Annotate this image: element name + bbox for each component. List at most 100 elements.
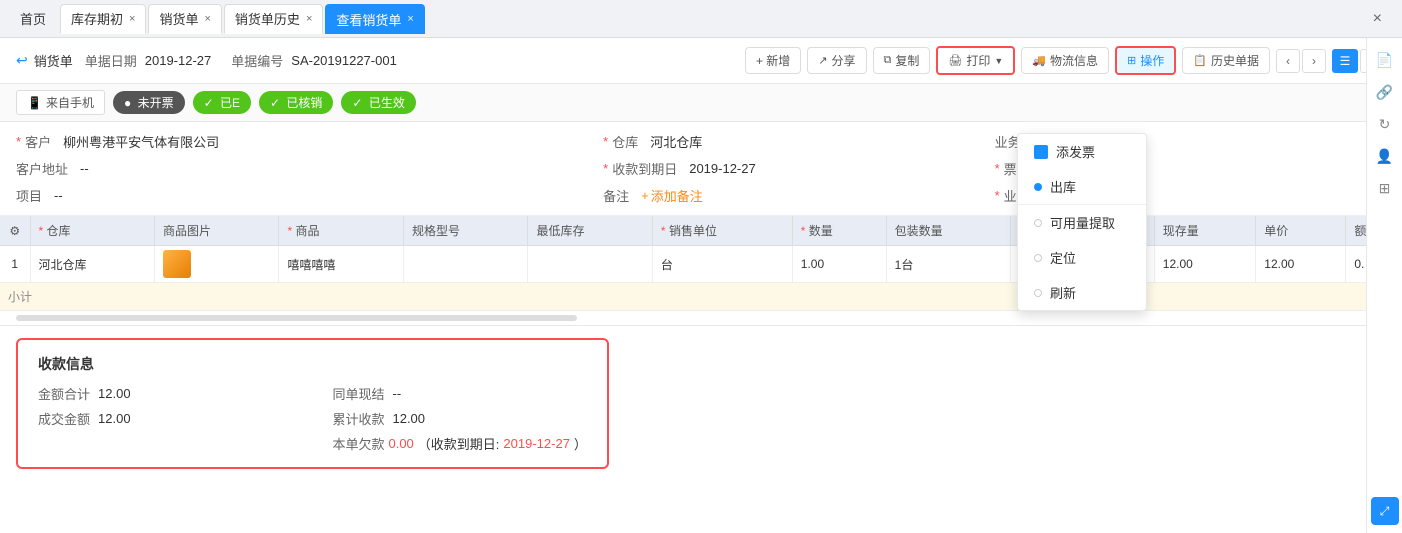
dropdown-item-refresh[interactable]: 刷新 (1018, 275, 1146, 310)
col-unit: * 销售单位 (652, 216, 792, 246)
outbound-dot-icon (1034, 183, 1042, 191)
payment-section: 收款信息 金额合计 12.00 同单现结 -- 成交金额 12.00 累计收款 … (16, 338, 609, 469)
deal-amount-value: 12.00 (98, 411, 131, 426)
tab-sales-order-close[interactable]: × (204, 13, 210, 25)
outstanding-value: 0.00 (388, 436, 413, 451)
project-value: -- (54, 188, 63, 203)
invoice-icon (1034, 145, 1048, 159)
doc-icon: ↩ (16, 52, 28, 69)
doc-type-label: 销货单 (34, 51, 73, 70)
right-icon-document[interactable]: 📄 (1371, 46, 1399, 74)
address-value: -- (80, 161, 89, 176)
tab-view-sales[interactable]: 查看销货单 × (325, 4, 424, 34)
col-warehouse-label: 仓库 (47, 224, 71, 238)
operations-button[interactable]: ⊞ 操作 (1115, 46, 1176, 75)
right-icon-user[interactable]: 👤 (1371, 142, 1399, 170)
cumulative-item: 累计收款 12.00 (332, 409, 586, 428)
row-product-img (154, 246, 278, 283)
print-button-label: 打印 (966, 52, 990, 69)
col-unit-price: 单价 (1256, 216, 1346, 246)
due-date-field: * 收款到期日 2019-12-27 (603, 159, 994, 178)
operations-icon: ⊞ (1127, 54, 1136, 67)
share-button[interactable]: ↗ 分享 (807, 47, 866, 74)
from-phone-label: 来自手机 (46, 94, 94, 111)
due-date-req: * (603, 161, 608, 176)
new-button[interactable]: + 新增 (745, 47, 801, 74)
tab-inventory-init-close[interactable]: × (129, 13, 135, 25)
tab-home-label: 首页 (20, 9, 46, 28)
dropdown-menu: 添发票 出库 可用量提取 定位 刷新 (1017, 133, 1147, 311)
col-product-img: 商品图片 (154, 216, 278, 246)
customer-field-label: 客户 (25, 132, 51, 151)
due-hint: （收款到期日: (418, 434, 500, 453)
dropdown-item-outbound[interactable]: 出库 (1018, 169, 1146, 204)
new-button-label: + 新增 (756, 52, 790, 69)
tab-view-sales-label: 查看销货单 (336, 10, 401, 29)
tab-sales-order[interactable]: 销货单 × (148, 4, 221, 34)
notes-field: 备注 + 添加备注 (603, 186, 994, 205)
copy-button[interactable]: ⧉ 复制 (873, 47, 931, 74)
col-product-label: 商品 (295, 224, 319, 238)
check2-icon: ✓ (270, 96, 280, 110)
customer-field: * 客户 柳州粤港平安气体有限公司 (16, 132, 603, 151)
right-icon-link[interactable]: 🔗 (1371, 78, 1399, 106)
dropdown-item-available-pick[interactable]: 可用量提取 (1018, 205, 1146, 240)
due-hint-end: ） (574, 434, 587, 453)
right-icon-sync[interactable]: ↻ (1371, 110, 1399, 138)
print-button[interactable]: 🖨 打印 ▼ (936, 46, 1015, 75)
col-quantity: * 数量 (792, 216, 886, 246)
project-field: 项目 -- (16, 186, 603, 205)
row-warehouse: 河北仓库 (30, 246, 154, 283)
col-product: * 商品 (279, 216, 403, 246)
address-field: 客户地址 -- (16, 159, 603, 178)
nav-prev[interactable]: ‹ (1276, 49, 1300, 73)
ticket-req: * (995, 161, 1000, 176)
dropdown-item-locate[interactable]: 定位 (1018, 240, 1146, 275)
from-phone-button[interactable]: 📱 来自手机 (16, 90, 105, 115)
tab-sales-history-close[interactable]: × (306, 13, 312, 25)
notes-label: 备注 (603, 186, 629, 205)
nav-next[interactable]: › (1302, 49, 1326, 73)
nav-arrows: ‹ › (1276, 49, 1326, 73)
row-pack-qty: 1台 (886, 246, 1010, 283)
tab-view-sales-close[interactable]: × (407, 13, 413, 25)
copy-icon: ⧉ (884, 54, 892, 67)
warehouse-req: * (603, 134, 608, 149)
right-icon-grid[interactable]: ⊞ (1371, 174, 1399, 202)
tab-sales-history[interactable]: 销货单历史 × (224, 4, 323, 34)
same-order-label: 同单现结 (332, 384, 384, 403)
warehouse-label: 仓库 (612, 132, 638, 151)
view-list-button[interactable]: ☰ (1332, 49, 1358, 73)
confirmed-button[interactable]: ✓ 已E (193, 91, 251, 114)
due-date-value: 2019-12-27 (689, 161, 756, 176)
global-close-button[interactable]: × (1361, 10, 1394, 28)
add-invoice-label: 添发票 (1056, 142, 1095, 161)
total-value: 12.00 (98, 386, 131, 401)
col-settings[interactable]: ⚙ (0, 216, 30, 246)
tab-sales-order-label: 销货单 (159, 9, 198, 28)
tab-inventory-init[interactable]: 库存期初 × (60, 4, 146, 34)
cancelled-button[interactable]: ✓ 已核销 (259, 91, 333, 114)
customer-label: * (16, 134, 21, 149)
confirmed-label: 已E (220, 96, 240, 110)
right-icon-expand[interactable]: ⤢ (1371, 497, 1399, 525)
tab-sales-history-label: 销货单历史 (235, 9, 300, 28)
address-label: 客户地址 (16, 159, 68, 178)
logistics-icon: 🚚 (1032, 54, 1046, 67)
due-date-label: 收款到期日 (612, 159, 677, 178)
col-warehouse: * 仓库 (30, 216, 154, 246)
history-button[interactable]: 📋 历史单据 (1182, 47, 1270, 74)
circle-icon: ● (124, 96, 131, 110)
product-thumbnail (163, 250, 191, 278)
dropdown-item-add-invoice[interactable]: 添发票 (1018, 134, 1146, 169)
add-note-button[interactable]: + 添加备注 (641, 186, 703, 205)
outstanding-item: 本单欠款 0.00 （收款到期日: 2019-12-27 ） (332, 434, 586, 453)
effective-button[interactable]: ✓ 已生效 (341, 91, 415, 114)
right-icon-panel: 📄 🔗 ↻ 👤 ⊞ ⤢ (1366, 38, 1402, 533)
payment-title: 收款信息 (38, 354, 587, 374)
not-open-button[interactable]: ● 未开票 (113, 91, 185, 114)
deal-amount-item: 成交金额 12.00 (38, 409, 292, 428)
settings-icon[interactable]: ⚙ (9, 224, 20, 238)
logistics-button[interactable]: 🚚 物流信息 (1021, 47, 1109, 74)
tab-home[interactable]: 首页 (8, 4, 58, 34)
